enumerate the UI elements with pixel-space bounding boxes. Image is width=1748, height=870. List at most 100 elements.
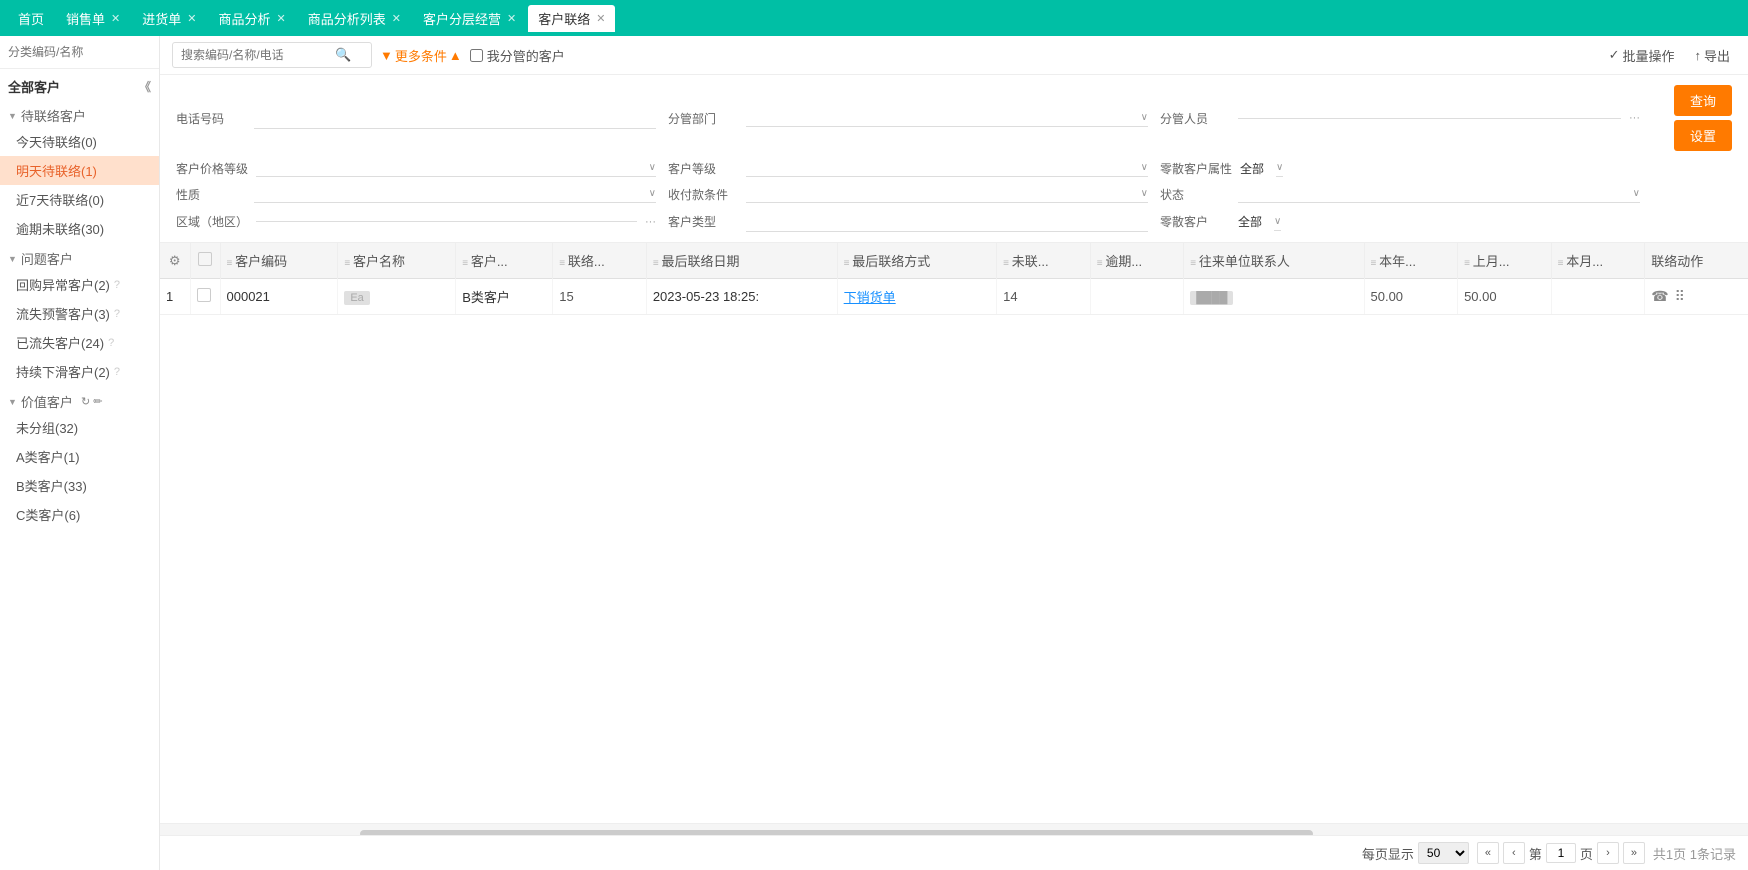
export-btn[interactable]: ↑ 导出 bbox=[1688, 43, 1736, 68]
filter-select-customer-level[interactable]: ∨ bbox=[746, 159, 1148, 177]
nav-home[interactable]: 首页 bbox=[8, 5, 54, 32]
filter-select-retail-attr[interactable]: ∨ bbox=[1276, 159, 1283, 177]
nav-close-product-analysis-list[interactable]: ✕ bbox=[392, 12, 401, 25]
filter-cell-price-level: 客户价格等级 ∨ bbox=[176, 159, 668, 177]
filter-cell-customer-type: 客户类型 bbox=[668, 211, 1160, 232]
nav-close-product-analysis[interactable]: ✕ bbox=[277, 12, 286, 25]
nav-close-purchase-order[interactable]: ✕ bbox=[187, 12, 196, 25]
main-layout: 🔍 全部客户 《 待联络客户 今天待联络(0) 明天待联络(1) 近7天待联络(… bbox=[0, 36, 1748, 870]
filter-cell-retail-attr: 零散客户属性 全部 ∨ bbox=[1160, 159, 1652, 177]
filter-action-buttons: 查询 设置 bbox=[1652, 85, 1732, 151]
table-row: 1 000021 Ea B类客户 bbox=[160, 279, 1748, 315]
sidebar-item-churned[interactable]: 已流失客户(24) ? bbox=[0, 328, 159, 357]
nav-product-analysis[interactable]: 商品分析 ✕ bbox=[208, 5, 295, 32]
nav-sales-order[interactable]: 销售单 ✕ bbox=[56, 5, 130, 32]
nav-close-sales-order[interactable]: ✕ bbox=[111, 12, 120, 25]
chevron-retail-attr-icon: ∨ bbox=[1276, 162, 1283, 173]
sidebar-group-pending-contact[interactable]: 待联络客户 bbox=[0, 100, 159, 127]
nav-customer-tiering[interactable]: 客户分层经营 ✕ bbox=[413, 5, 526, 32]
my-customers-checkbox[interactable] bbox=[470, 49, 483, 62]
sidebar-item-class-a[interactable]: A类客户(1) bbox=[0, 442, 159, 471]
sidebar-item-declining[interactable]: 持续下滑客户(2) ? bbox=[0, 357, 159, 386]
help-icon-churn-warning: ? bbox=[114, 308, 120, 320]
filter-region-input bbox=[256, 221, 637, 222]
th-sort-uncontacted bbox=[1003, 254, 1012, 269]
nav-close-customer-tiering[interactable]: ✕ bbox=[507, 12, 516, 25]
nav-customer-contact[interactable]: 客户联络 ✕ bbox=[528, 5, 615, 32]
sidebar-search-area: 🔍 bbox=[0, 36, 159, 69]
check-icon: ✓ bbox=[1609, 47, 1620, 63]
td-last-month: 50.00 bbox=[1458, 279, 1552, 315]
filter-select-nature[interactable]: ∨ bbox=[254, 185, 656, 203]
td-contact-action: ☎ ⠿ bbox=[1645, 279, 1748, 315]
page-size-select[interactable]: 50 10 20 100 bbox=[1418, 842, 1469, 864]
query-button[interactable]: 查询 bbox=[1674, 85, 1732, 116]
sidebar-item-7days-contact[interactable]: 近7天待联络(0) bbox=[0, 185, 159, 214]
action-phone-icon[interactable]: ☎ bbox=[1651, 288, 1668, 305]
th-settings[interactable]: ⚙ bbox=[160, 243, 190, 279]
sidebar-group-value-customers[interactable]: 价值客户 ↻ ✏ bbox=[0, 386, 159, 413]
chevron-price-level-icon: ∨ bbox=[649, 162, 656, 173]
sidebar-search-input[interactable] bbox=[8, 45, 160, 59]
filter-search-input[interactable] bbox=[181, 48, 331, 62]
filter-select-payment[interactable]: ∨ bbox=[746, 185, 1148, 203]
th-last-contact-type: 最后联络方式 bbox=[837, 243, 996, 279]
filter-label-retail-customer: 零散客户 bbox=[1160, 213, 1230, 230]
last-page-btn[interactable]: » bbox=[1623, 842, 1645, 864]
sidebar-item-repurchase-abnormal[interactable]: 回购异常客户(2) ? bbox=[0, 270, 159, 299]
page-input[interactable] bbox=[1546, 843, 1576, 863]
filter-label-nature: 性质 bbox=[176, 186, 246, 203]
sidebar-item-today-contact[interactable]: 今天待联络(0) bbox=[0, 127, 159, 156]
customer-table: ⚙ 客户编码 客户名称 客户... bbox=[160, 243, 1748, 315]
contact-type-link[interactable]: 下销货单 bbox=[844, 290, 896, 305]
sidebar-item-tomorrow-contact[interactable]: 明天待联络(1) bbox=[0, 156, 159, 185]
nav-purchase-order[interactable]: 进货单 ✕ bbox=[132, 5, 206, 32]
filter-select-retail-customer[interactable]: ∨ bbox=[1274, 213, 1281, 231]
page-size-area: 每页显示 50 10 20 100 bbox=[1362, 842, 1469, 864]
th-sort-this-year bbox=[1371, 254, 1380, 269]
setting-button[interactable]: 设置 bbox=[1674, 120, 1732, 151]
sidebar-item-unclassified[interactable]: 未分组(32) bbox=[0, 413, 159, 442]
filter-more-region[interactable]: ··· bbox=[645, 216, 656, 228]
filter-input-phone[interactable] bbox=[254, 108, 656, 129]
help-icon-repurchase: ? bbox=[114, 279, 120, 291]
nav-product-analysis-list[interactable]: 商品分析列表 ✕ bbox=[298, 5, 411, 32]
filter-cell-payment: 收付款条件 ∨ bbox=[668, 185, 1160, 203]
sidebar-item-class-b[interactable]: B类客户(33) bbox=[0, 471, 159, 500]
header-checkbox[interactable] bbox=[198, 252, 212, 266]
nav-close-customer-contact[interactable]: ✕ bbox=[596, 12, 605, 25]
footer: 每页显示 50 10 20 100 « ‹ 第 页 › » 共1页 1条记录 bbox=[160, 835, 1748, 870]
first-page-btn[interactable]: « bbox=[1477, 842, 1499, 864]
sidebar-group-problem-customers[interactable]: 问题客户 bbox=[0, 243, 159, 270]
sidebar-all-customers-title[interactable]: 全部客户 《 bbox=[0, 69, 159, 100]
prev-page-btn[interactable]: ‹ bbox=[1503, 842, 1525, 864]
filter-more-person[interactable]: ··· bbox=[1629, 112, 1640, 124]
sidebar-item-churn-warning[interactable]: 流失预警客户(3) ? bbox=[0, 299, 159, 328]
td-row-index: 1 bbox=[160, 279, 190, 315]
filter-input-customer-type[interactable] bbox=[746, 211, 1148, 232]
th-sort-last-date bbox=[653, 254, 662, 269]
next-page-btn[interactable]: › bbox=[1597, 842, 1619, 864]
sidebar-item-overdue-contact[interactable]: 逾期未联络(30) bbox=[0, 214, 159, 243]
horizontal-scrollbar[interactable] bbox=[160, 823, 1748, 835]
filter-bar-actions: ✓ 批量操作 ↑ 导出 bbox=[1603, 43, 1736, 68]
th-unit-contact: 往来单位联系人 bbox=[1184, 243, 1364, 279]
th-overdue: 逾期... bbox=[1090, 243, 1184, 279]
filter-select-status[interactable]: ∨ bbox=[1238, 185, 1640, 203]
content-area: 🔍 ▼ 更多条件 ▲ 我分管的客户 ✓ 批量操作 ↑ 导出 bbox=[160, 36, 1748, 870]
row-checkbox[interactable] bbox=[197, 288, 211, 302]
sidebar-collapse-icon[interactable]: 《 bbox=[139, 78, 151, 95]
filter-person-input bbox=[1238, 118, 1621, 119]
filter-select-price-level[interactable]: ∨ bbox=[256, 159, 656, 177]
action-more-icon[interactable]: ⠿ bbox=[1675, 288, 1685, 305]
filter-cell-retail-customer: 零散客户 全部 ∨ bbox=[1160, 213, 1652, 231]
sidebar-item-class-c[interactable]: C类客户(6) bbox=[0, 500, 159, 529]
more-conditions-btn[interactable]: ▼ 更多条件 ▲ bbox=[380, 46, 462, 65]
filter-cell-person: 分管人员 ··· bbox=[1160, 110, 1652, 127]
chevron-status-icon: ∨ bbox=[1633, 188, 1640, 199]
td-unit-contact: ████ bbox=[1184, 279, 1364, 315]
filter-search-icon[interactable]: 🔍 bbox=[335, 47, 351, 63]
th-customer-code: 客户编码 bbox=[220, 243, 338, 279]
bulk-action-btn[interactable]: ✓ 批量操作 bbox=[1603, 43, 1681, 68]
filter-select-dept[interactable]: ∨ bbox=[746, 109, 1148, 127]
